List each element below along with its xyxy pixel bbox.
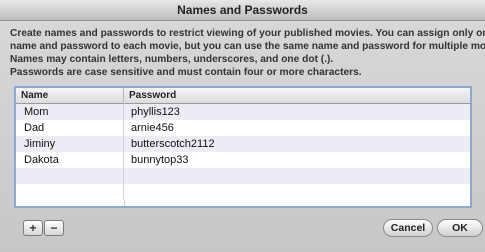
- password-cell[interactable]: bunnytop33: [124, 152, 470, 168]
- credentials-table: Name Password Mom phyllis123 Dad arnie45…: [14, 86, 472, 208]
- column-header-password[interactable]: Password: [124, 88, 470, 103]
- intro-line: Passwords are case sensitive and must co…: [10, 67, 362, 78]
- table-row[interactable]: Dakota bunnytop33: [16, 152, 470, 168]
- names-passwords-dialog: Names and Passwords Create names and pas…: [0, 0, 485, 252]
- password-cell[interactable]: arnie456: [124, 120, 470, 136]
- password-cell[interactable]: [124, 184, 470, 200]
- name-cell[interactable]: [16, 184, 124, 200]
- ok-button[interactable]: OK: [437, 219, 483, 237]
- table-rows: Mom phyllis123 Dad arnie456 Jiminy butte…: [16, 104, 470, 200]
- password-cell[interactable]: [124, 168, 470, 184]
- password-cell[interactable]: phyllis123: [124, 104, 470, 120]
- remove-entry-button[interactable]: −: [44, 220, 64, 236]
- intro-text: Create names and passwords to restrict v…: [10, 27, 485, 79]
- intro-line: Create names and passwords to restrict v…: [10, 28, 485, 39]
- add-entry-button[interactable]: +: [23, 220, 43, 236]
- table-row-empty[interactable]: [16, 184, 470, 200]
- intro-line: Names may contain letters, numbers, unde…: [10, 54, 334, 65]
- name-cell[interactable]: Dakota: [16, 152, 124, 168]
- table-header: Name Password: [16, 88, 470, 104]
- column-header-name[interactable]: Name: [16, 88, 124, 103]
- name-cell[interactable]: Jiminy: [16, 136, 124, 152]
- name-cell[interactable]: Mom: [16, 104, 124, 120]
- table-row[interactable]: Jiminy butterscotch2112: [16, 136, 470, 152]
- intro-line: name and password to each movie, but you…: [10, 41, 485, 52]
- name-cell[interactable]: Dad: [16, 120, 124, 136]
- table-row[interactable]: Mom phyllis123: [16, 104, 470, 120]
- password-cell[interactable]: butterscotch2112: [124, 136, 470, 152]
- table-row[interactable]: Dad arnie456: [16, 120, 470, 136]
- name-cell[interactable]: [16, 168, 124, 184]
- window-title: Names and Passwords: [0, 0, 485, 21]
- table-row-empty[interactable]: [16, 168, 470, 184]
- cancel-button[interactable]: Cancel: [383, 219, 433, 237]
